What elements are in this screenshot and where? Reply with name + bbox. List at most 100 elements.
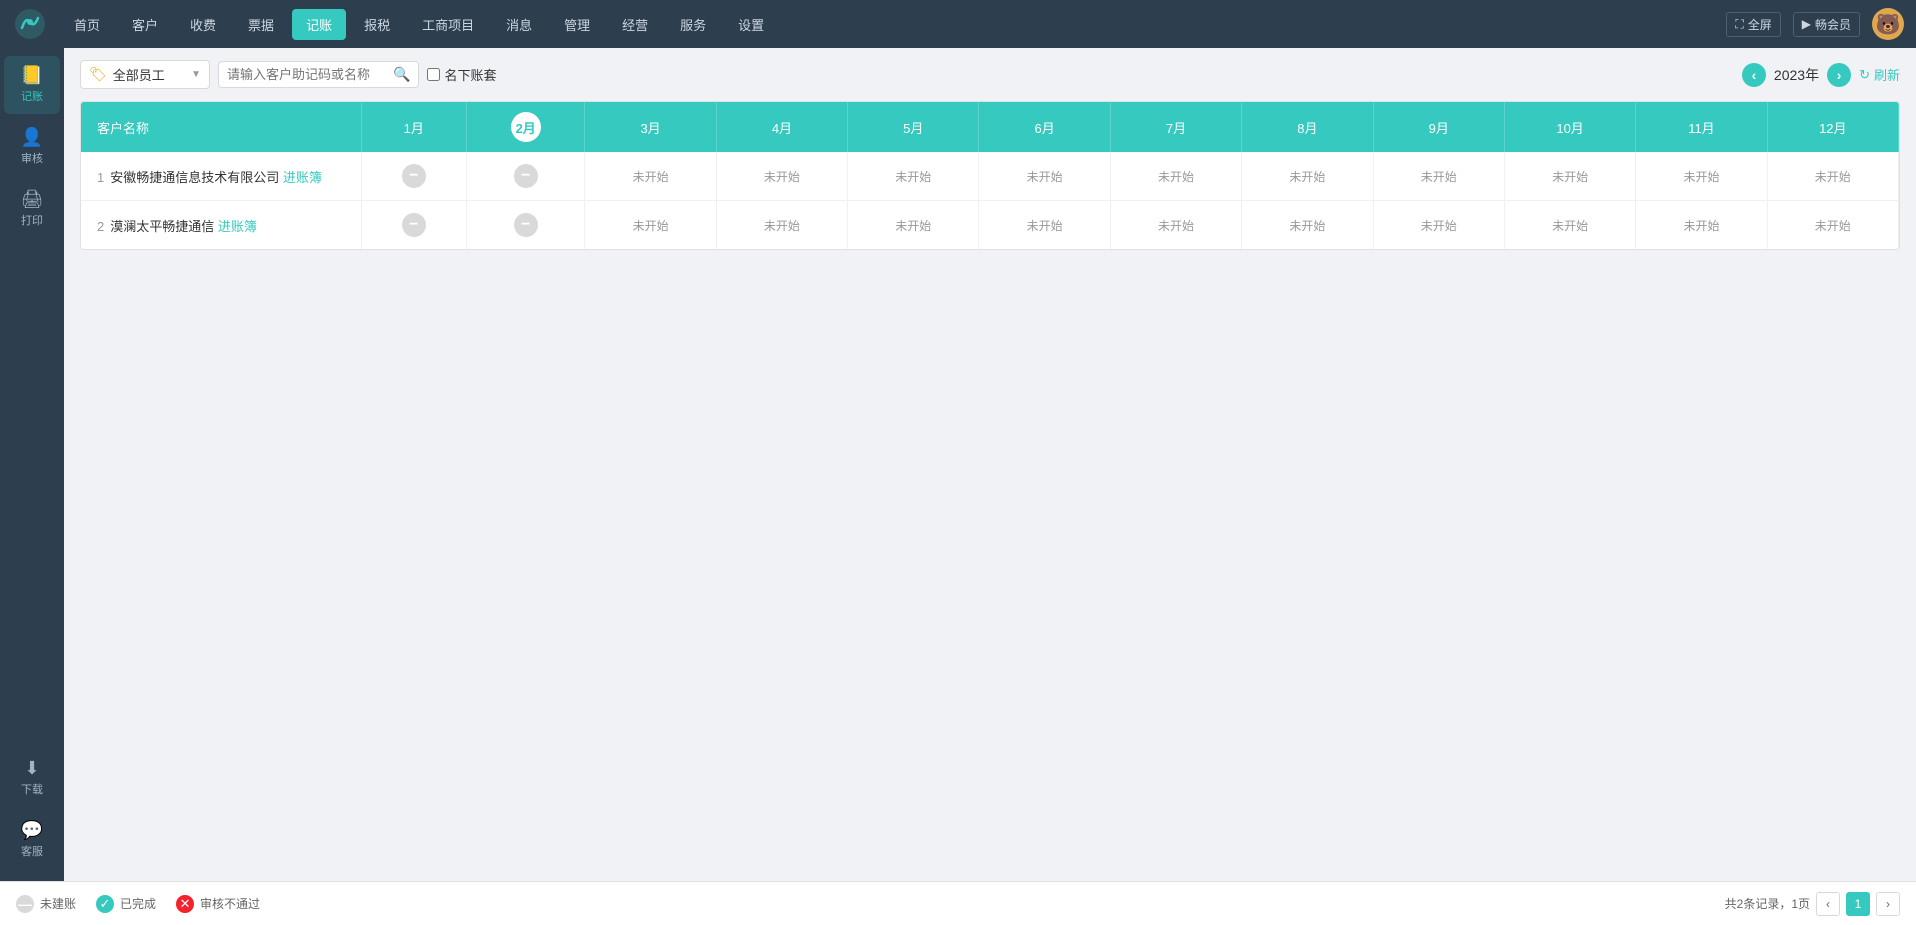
col-month-1: 1月 — [361, 102, 466, 152]
sidebar: 📒 记账 👤 审核 🖨 打印 ⬇ 下载 💬 客服 — [0, 48, 64, 881]
sidebar-item-support[interactable]: 💬 客服 — [4, 811, 60, 869]
month-cell-1-5: 未开始 — [979, 201, 1110, 250]
not-built-icon: — — [18, 896, 32, 912]
row-num: 2 — [97, 219, 104, 234]
status-dash-icon: − — [514, 164, 538, 188]
month-cell-0-11: 未开始 — [1767, 152, 1898, 201]
month-cell-0-5: 未开始 — [979, 152, 1110, 201]
status-not-started: 未开始 — [1421, 170, 1457, 184]
logo — [12, 6, 48, 42]
table-row: 1安徽畅捷通信息技术有限公司 进账簿−−未开始未开始未开始未开始未开始未开始未开… — [81, 152, 1899, 201]
my-ledger-checkbox-label[interactable]: 名下账套 — [427, 65, 496, 84]
refresh-label: 刷新 — [1874, 65, 1900, 84]
status-not-started: 未开始 — [1289, 170, 1325, 184]
table-row: 2漠澜太平畅捷通信 进账簿−−未开始未开始未开始未开始未开始未开始未开始未开始未… — [81, 201, 1899, 250]
nav-home[interactable]: 首页 — [60, 9, 114, 40]
nav-biz[interactable]: 工商项目 — [408, 9, 488, 40]
sidebar-print-label: 打印 — [21, 212, 43, 228]
nav-bookkeeping[interactable]: 记账 — [292, 9, 346, 40]
vip-label: 畅会员 — [1815, 16, 1851, 33]
legend-completed: ✓ 已完成 — [96, 895, 156, 913]
avatar[interactable]: 🐻 — [1872, 8, 1904, 40]
search-icon[interactable]: 🔍 — [393, 66, 410, 83]
refresh-button[interactable]: ↻ 刷新 — [1859, 65, 1900, 84]
refresh-icon: ↻ — [1859, 67, 1870, 83]
prev-year-button[interactable]: ‹ — [1742, 63, 1766, 87]
next-page-button[interactable]: › — [1876, 892, 1900, 916]
right-tools: ⛶ 全屏 ▶ 畅会员 🐻 — [1726, 8, 1904, 40]
download-icon: ⬇ — [24, 759, 39, 777]
next-year-button[interactable]: › — [1827, 63, 1851, 87]
employee-select[interactable]: 🏷 全部员工 ▼ — [80, 60, 210, 89]
status-not-started: 未开始 — [633, 219, 669, 233]
fullscreen-icon: ⛶ — [1735, 17, 1743, 32]
month-cell-1-10: 未开始 — [1636, 201, 1767, 250]
failed-icon: ✕ — [180, 896, 191, 912]
failed-label: 审核不通过 — [200, 895, 260, 912]
sidebar-audit-label: 审核 — [21, 150, 43, 166]
month-cell-1-11: 未开始 — [1767, 201, 1898, 250]
dropdown-arrow-icon: ▼ — [191, 69, 201, 80]
vip-button[interactable]: ▶ 畅会员 — [1793, 12, 1860, 37]
failed-dot: ✕ — [176, 895, 194, 913]
legend-not-built: — 未建账 — [16, 895, 76, 913]
month-cell-1-6: 未开始 — [1110, 201, 1241, 250]
total-label: 共2条记录，1页 — [1725, 895, 1810, 912]
prev-page-button[interactable]: ‹ — [1816, 892, 1840, 916]
support-icon: 💬 — [21, 821, 43, 839]
sidebar-item-audit[interactable]: 👤 审核 — [4, 118, 60, 176]
status-not-started: 未开始 — [764, 170, 800, 184]
enter-ledger-link[interactable]: 进账簿 — [283, 170, 322, 185]
sidebar-item-print[interactable]: 🖨 打印 — [4, 180, 60, 238]
play-icon: ▶ — [1802, 17, 1811, 31]
toolbar: 🏷 全部员工 ▼ 🔍 名下账套 ‹ 2023年 › ↻ 刷新 — [80, 60, 1900, 89]
status-not-started: 未开始 — [1289, 219, 1325, 233]
nav-customer[interactable]: 客户 — [118, 9, 172, 40]
nav-service[interactable]: 服务 — [666, 9, 720, 40]
my-ledger-checkbox[interactable] — [427, 68, 440, 81]
page-1-button[interactable]: 1 — [1846, 892, 1870, 916]
row-num: 1 — [97, 170, 104, 185]
nav-operation[interactable]: 经营 — [608, 9, 662, 40]
sidebar-item-download[interactable]: ⬇ 下载 — [4, 749, 60, 807]
col-client-name: 客户名称 — [81, 102, 361, 152]
nav-billing[interactable]: 收费 — [176, 9, 230, 40]
footer: — 未建账 ✓ 已完成 ✕ 审核不通过 共2条记录，1页 ‹ 1 › — [0, 881, 1916, 925]
nav-message[interactable]: 消息 — [492, 9, 546, 40]
top-nav: 首页 客户 收费 票据 记账 报税 工商项目 消息 管理 经营 服务 设置 ⛶ … — [0, 0, 1916, 48]
ledger-table: 客户名称 1月 2月 3月 4月 5月 6月 7月 8月 9月 10月 11月 — [81, 102, 1899, 249]
sidebar-support-label: 客服 — [21, 843, 43, 859]
client-name: 安徽畅捷通信息技术有限公司 — [110, 170, 279, 185]
my-ledger-label: 名下账套 — [444, 65, 496, 84]
status-not-started: 未开始 — [1815, 219, 1851, 233]
year-nav: ‹ 2023年 › — [1742, 63, 1851, 87]
month-cell-0-4: 未开始 — [848, 152, 979, 201]
col-month-9: 9月 — [1373, 102, 1504, 152]
fullscreen-button[interactable]: ⛶ 全屏 — [1726, 12, 1780, 37]
month-cell-0-6: 未开始 — [1110, 152, 1241, 201]
client-cell-0: 1 安徽畅捷通信息技术有限公司 进账簿 — [81, 152, 361, 201]
month-cell-0-0: − — [361, 152, 466, 201]
audit-icon: 👤 — [21, 128, 43, 146]
sidebar-item-bookkeeping[interactable]: 📒 记账 — [4, 56, 60, 114]
month-cell-1-8: 未开始 — [1373, 201, 1504, 250]
nav-manage[interactable]: 管理 — [550, 9, 604, 40]
month-cell-1-4: 未开始 — [848, 201, 979, 250]
main-content: 🏷 全部员工 ▼ 🔍 名下账套 ‹ 2023年 › ↻ 刷新 — [64, 48, 1916, 881]
month-cell-1-3: 未开始 — [716, 201, 847, 250]
nav-invoice[interactable]: 票据 — [234, 9, 288, 40]
employee-label: 全部员工 — [113, 65, 165, 84]
month-cell-1-1: − — [466, 201, 584, 250]
month-cell-0-9: 未开始 — [1504, 152, 1635, 201]
col-month-11: 11月 — [1636, 102, 1767, 152]
nav-settings[interactable]: 设置 — [724, 9, 778, 40]
status-dash-icon: − — [402, 164, 426, 188]
fullscreen-label: 全屏 — [1748, 16, 1772, 33]
col-month-5: 5月 — [848, 102, 979, 152]
status-not-started: 未开始 — [633, 170, 669, 184]
col-month-8: 8月 — [1242, 102, 1373, 152]
search-input[interactable] — [227, 67, 387, 82]
enter-ledger-link[interactable]: 进账簿 — [218, 219, 257, 234]
nav-tax[interactable]: 报税 — [350, 9, 404, 40]
nav-items: 首页 客户 收费 票据 记账 报税 工商项目 消息 管理 经营 服务 设置 — [60, 9, 1726, 40]
